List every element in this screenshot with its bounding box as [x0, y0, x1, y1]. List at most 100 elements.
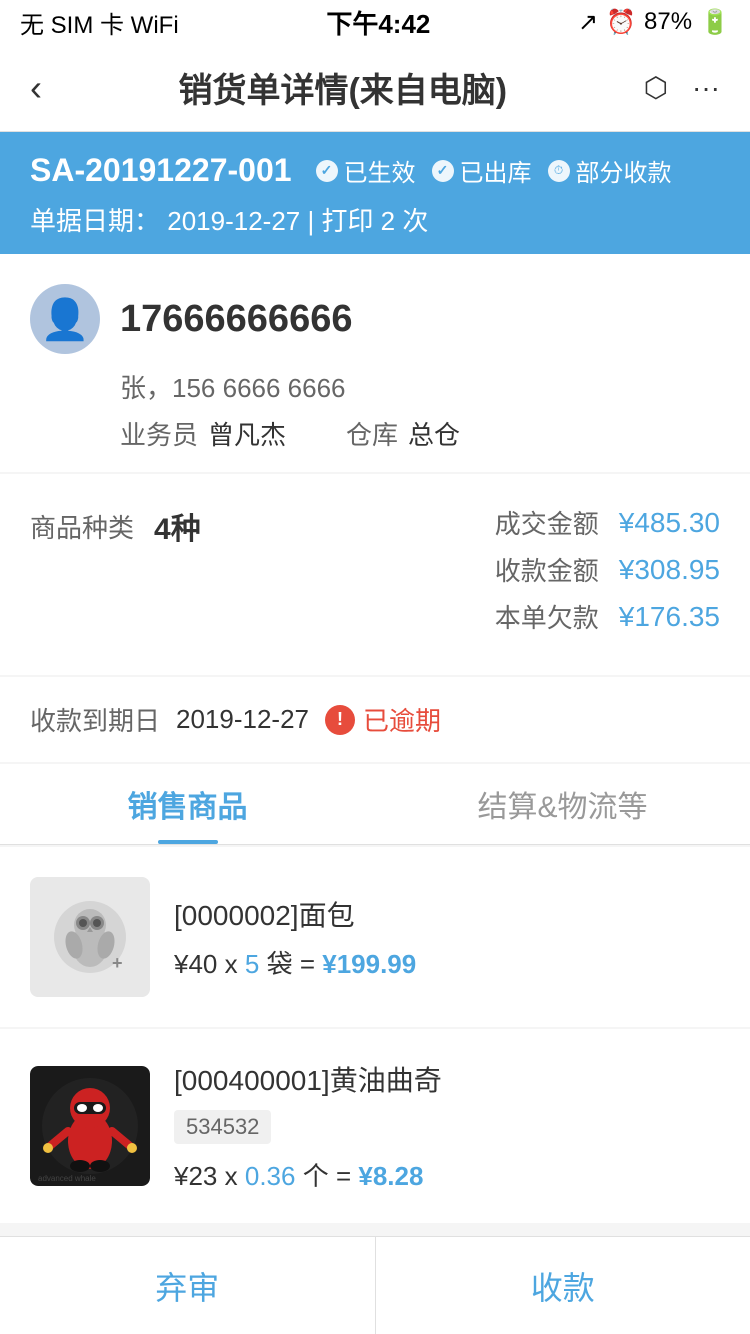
- bottom-bar: 弃审 收款: [0, 1236, 750, 1334]
- price-eq-2: =: [336, 1161, 358, 1191]
- status-time: 下午4:42: [326, 4, 430, 41]
- category-count: 4种: [154, 504, 201, 548]
- due-label: 收款到期日: [30, 701, 160, 738]
- nav-title: 销货单详情(来自电脑): [178, 63, 507, 112]
- customer-meta: 业务员 曾凡杰 仓库 总仓: [30, 415, 720, 452]
- salesman-item: 业务员 曾凡杰: [120, 415, 286, 452]
- due-date: 2019-12-27: [176, 704, 309, 735]
- banner-top: SA-20191227-001 已生效 已出库 部分收款: [30, 152, 720, 189]
- overdue-badge: ! 已逾期: [325, 701, 441, 738]
- share-button[interactable]: ⬡: [644, 71, 668, 104]
- badge-effective-label: 已生效: [344, 153, 416, 188]
- stats-left: 商品种类 4种: [30, 504, 201, 558]
- customer-id: 17666666666: [120, 298, 352, 341]
- tab-sales[interactable]: 销售商品: [0, 764, 375, 844]
- due-section: 收款到期日 2019-12-27 ! 已逾期: [0, 677, 750, 762]
- price-qty-1: 5: [245, 949, 259, 979]
- category-label: 商品种类: [30, 508, 134, 545]
- product-thumb-1: +: [30, 877, 150, 997]
- sim-text: 无 SIM 卡 WiFi: [20, 5, 179, 40]
- confirm-button[interactable]: 收款: [376, 1237, 750, 1334]
- badge-shipped-label: 已出库: [460, 153, 532, 188]
- nav-actions: ⬡ ···: [644, 71, 720, 104]
- avatar-icon: 👤: [40, 296, 90, 343]
- product-thumb-2: advanced whale: [30, 1066, 150, 1186]
- stats-section: 商品种类 4种 成交金额 ¥485.30 收款金额 ¥308.95 本单欠款 ¥…: [0, 474, 750, 675]
- product-info-2: [000400001]黄油曲奇 534532 ¥23 x 0.36 个 = ¥8…: [174, 1059, 720, 1193]
- product-info-1: [0000002]面包 ¥40 x 5 袋 = ¥199.99: [174, 894, 720, 981]
- banner-badges: 已生效 已出库 部分收款: [316, 153, 672, 188]
- price-total-1: ¥199.99: [322, 949, 416, 979]
- price-qty-2: 0.36: [245, 1161, 296, 1191]
- customer-row: 👤 17666666666: [30, 284, 720, 354]
- collected-row: 收款金额 ¥308.95: [495, 551, 720, 588]
- back-button[interactable]: ‹: [30, 67, 42, 109]
- product-name-1: [0000002]面包: [174, 894, 720, 934]
- overdue-icon: !: [325, 705, 355, 735]
- badge-shipped: 已出库: [432, 153, 532, 188]
- tab-underline: [158, 840, 218, 844]
- nav-bar: ‹ 销货单详情(来自电脑) ⬡ ···: [0, 44, 750, 132]
- price-unit-2: 个: [303, 1161, 329, 1191]
- customer-section: 👤 17666666666 张，156 6666 6666 业务员 曾凡杰 仓库…: [0, 254, 750, 472]
- price-base-2: ¥23: [174, 1161, 217, 1191]
- salesman-value: 曾凡杰: [208, 415, 286, 452]
- cancel-button[interactable]: 弃审: [0, 1237, 376, 1334]
- badge-effective: 已生效: [316, 153, 416, 188]
- avatar: 👤: [30, 284, 100, 354]
- tab-settlement[interactable]: 结算&物流等: [375, 764, 750, 844]
- price-eq-1: =: [300, 949, 322, 979]
- price-total-2: ¥8.28: [358, 1161, 423, 1191]
- badge-partial-label: 部分收款: [576, 153, 672, 188]
- header-banner: SA-20191227-001 已生效 已出库 部分收款 单据日期： 2019-…: [0, 132, 750, 254]
- product-list: + [0000002]面包 ¥40 x 5 袋 = ¥199.99: [0, 847, 750, 1223]
- product-price-1: ¥40 x 5 袋 = ¥199.99: [174, 944, 720, 981]
- status-bar: 无 SIM 卡 WiFi 下午4:42 ↗ ⏰ 87% 🔋: [0, 0, 750, 44]
- debt-label: 本单欠款: [495, 598, 599, 635]
- price-x-1: x: [225, 949, 245, 979]
- tab-settlement-label: 结算&物流等: [477, 782, 647, 826]
- salesman-label: 业务员: [120, 415, 198, 452]
- warehouse-label: 仓库: [346, 415, 398, 452]
- overdue-text: 已逾期: [363, 701, 441, 738]
- banner-date: 单据日期： 2019-12-27 | 打印 2 次: [30, 201, 720, 238]
- more-button[interactable]: ···: [692, 72, 720, 104]
- tabs-section: 销售商品 结算&物流等: [0, 764, 750, 845]
- status-right: ↗ ⏰ 87% 🔋: [578, 8, 730, 37]
- amount-value: ¥485.30: [619, 507, 720, 539]
- price-x-2: x: [225, 1161, 245, 1191]
- status-left: 无 SIM 卡 WiFi: [20, 5, 179, 40]
- warehouse-value: 总仓: [408, 415, 460, 452]
- product-item[interactable]: + [0000002]面包 ¥40 x 5 袋 = ¥199.99: [0, 847, 750, 1027]
- svg-text:+: +: [112, 953, 123, 973]
- product-image-placeholder-1: +: [50, 897, 130, 977]
- tab-sales-label: 销售商品: [128, 782, 248, 826]
- alarm-icon: ⏰: [606, 8, 636, 37]
- product-sku-2: 534532: [174, 1110, 271, 1144]
- amount-label: 成交金额: [495, 504, 599, 541]
- product-price-2: ¥23 x 0.36 个 = ¥8.28: [174, 1156, 720, 1193]
- debt-value: ¥176.35: [619, 601, 720, 633]
- battery-text: 87%: [644, 8, 692, 36]
- collected-value: ¥308.95: [619, 554, 720, 586]
- date-value: 2019-12-27: [167, 206, 300, 236]
- location-icon: ↗: [578, 8, 598, 37]
- warehouse-item: 仓库 总仓: [346, 415, 460, 452]
- debt-row: 本单欠款 ¥176.35: [495, 598, 720, 635]
- battery-icon: 🔋: [700, 8, 730, 37]
- svg-text:advanced whale: advanced whale: [38, 1174, 96, 1183]
- check-icon-1: [316, 160, 338, 182]
- check-icon-2: [432, 160, 454, 182]
- price-base-1: ¥40: [174, 949, 217, 979]
- stats-right: 成交金额 ¥485.30 收款金额 ¥308.95 本单欠款 ¥176.35: [495, 504, 720, 645]
- amount-row: 成交金额 ¥485.30: [495, 504, 720, 541]
- order-id: SA-20191227-001: [30, 152, 292, 189]
- clock-icon: [548, 160, 570, 182]
- collected-label: 收款金额: [495, 551, 599, 588]
- badge-partial: 部分收款: [548, 153, 672, 188]
- product-image-2: advanced whale: [30, 1066, 150, 1186]
- category-row: 商品种类 4种: [30, 504, 201, 548]
- date-label: 单据日期：: [30, 206, 160, 236]
- print-info: | 打印 2 次: [307, 206, 428, 236]
- product-item[interactable]: advanced whale [000400001]黄油曲奇 534532 ¥2…: [0, 1029, 750, 1223]
